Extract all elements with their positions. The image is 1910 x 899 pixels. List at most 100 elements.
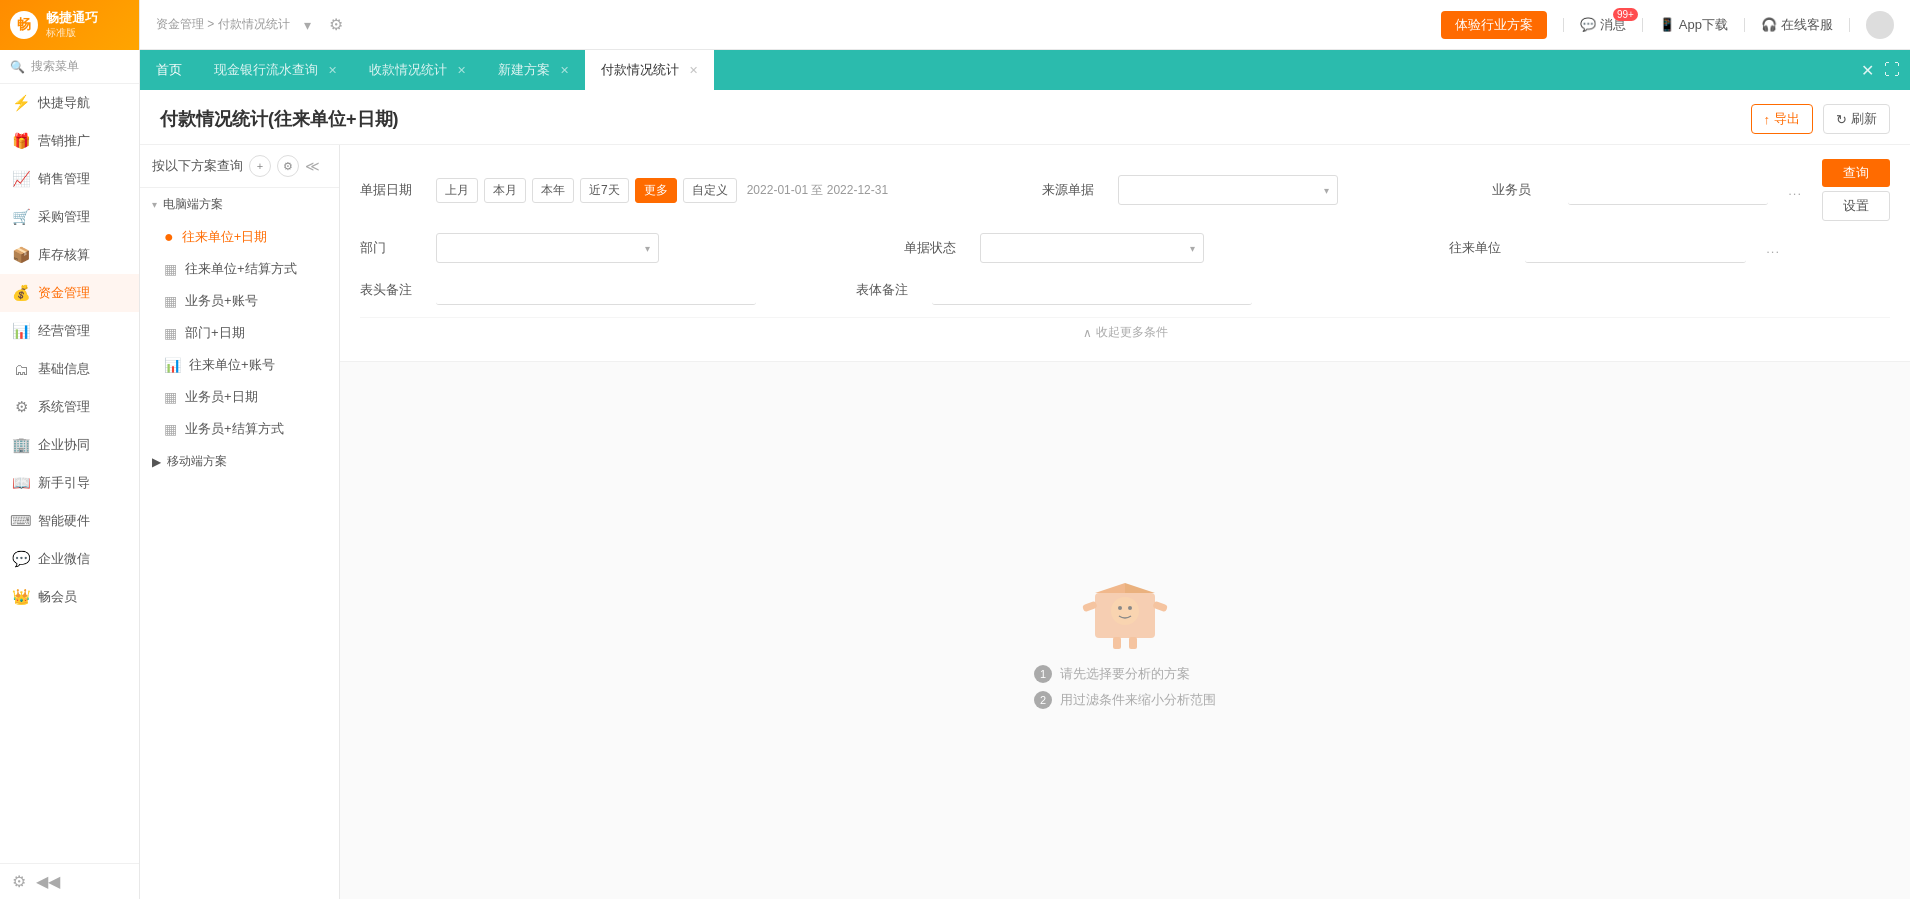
online-service[interactable]: 🎧 在线客服	[1761, 16, 1833, 34]
main-area: 资金管理 > 付款情况统计 ▾ ⚙ 体验行业方案 💬 消息 99+ 📱 App下…	[140, 0, 1910, 899]
divider2	[1642, 18, 1643, 32]
date-btn-last-month[interactable]: 上月	[436, 178, 478, 203]
maximize-icon[interactable]: ⛶	[1884, 61, 1900, 79]
tab-bank-close[interactable]: ✕	[328, 64, 337, 77]
sidebar-bottom: ⚙ ◀◀	[0, 863, 139, 899]
desktop-section-label: 电脑端方案	[163, 196, 223, 213]
salesman-input[interactable]	[1568, 175, 1768, 205]
collapse-left-panel-icon[interactable]: ≪	[305, 158, 320, 174]
export-button[interactable]: ↑ 导出	[1751, 104, 1814, 134]
trial-button[interactable]: 体验行业方案	[1441, 11, 1547, 39]
tab-receipts[interactable]: 收款情况统计 ✕	[353, 50, 482, 90]
sidebar-item-label: 智能硬件	[38, 512, 90, 530]
scheme-item-salesman-settlement[interactable]: ▦ 业务员+结算方式	[140, 413, 339, 445]
sidebar-item-label: 经营管理	[38, 322, 90, 340]
sales-icon: 📈	[12, 170, 30, 188]
page-title: 付款情况统计(往来单位+日期)	[160, 107, 399, 131]
sidebar-item-system[interactable]: ⚙ 系统管理	[0, 388, 139, 426]
user-avatar[interactable]	[1866, 11, 1894, 39]
messages-area[interactable]: 💬 消息 99+	[1580, 16, 1626, 34]
date-btn-this-month[interactable]: 本月	[484, 178, 526, 203]
scheme-item-salesman-date[interactable]: ▦ 业务员+日期	[140, 381, 339, 413]
date-btn-7days[interactable]: 近7天	[580, 178, 629, 203]
sidebar-item-hardware[interactable]: ⌨ 智能硬件	[0, 502, 139, 540]
scheme-item-counterpart-account[interactable]: 📊 往来单位+账号	[140, 349, 339, 381]
sidebar-item-marketing[interactable]: 🎁 营销推广	[0, 122, 139, 160]
settings-icon[interactable]: ⚙	[12, 872, 26, 891]
sidebar-item-finance[interactable]: 💰 资金管理	[0, 274, 139, 312]
source-select[interactable]: ▾	[1118, 175, 1338, 205]
hardware-icon: ⌨	[12, 512, 30, 530]
mobile-section-title[interactable]: ▶ 移动端方案	[140, 445, 339, 478]
sidebar-item-basic[interactable]: 🗂 基础信息	[0, 350, 139, 388]
svg-point-3	[1111, 597, 1139, 625]
scheme-item-label: 业务员+结算方式	[185, 420, 284, 438]
empty-step-2: 2 用过滤条件来缩小分析范围	[1034, 691, 1216, 709]
doc-status-select[interactable]: ▾	[980, 233, 1203, 263]
add-scheme-button[interactable]: +	[249, 155, 271, 177]
setting-button[interactable]: 设置	[1822, 191, 1890, 221]
close-window-icon[interactable]: ✕	[1861, 61, 1874, 80]
doc-status-label: 单据状态	[904, 239, 960, 257]
scheme-item-counterpart-date[interactable]: ● 往来单位+日期	[140, 221, 339, 253]
sidebar-item-inventory[interactable]: 📦 库存核算	[0, 236, 139, 274]
dept-select[interactable]: ▾	[436, 233, 659, 263]
sidebar-item-purchase[interactable]: 🛒 采购管理	[0, 198, 139, 236]
tab-payments[interactable]: 付款情况统计 ✕	[585, 50, 714, 90]
step-2-num: 2	[1034, 691, 1052, 709]
table-body-remark-input[interactable]	[932, 275, 1252, 305]
logo-sub: 标准版	[46, 26, 98, 40]
search-menu-label: 搜索菜单	[31, 58, 79, 75]
scheme-item-counterpart-settlement[interactable]: ▦ 往来单位+结算方式	[140, 253, 339, 285]
settings-gear-icon[interactable]: ⚙	[329, 15, 343, 34]
query-button[interactable]: 查询	[1822, 159, 1890, 187]
empty-step-1: 1 请先选择要分析的方案	[1034, 665, 1216, 683]
sidebar-item-member[interactable]: 👑 畅会员	[0, 578, 139, 616]
collapse-sidebar-icon[interactable]: ◀◀	[36, 872, 60, 891]
sidebar-item-label: 资金管理	[38, 284, 90, 302]
headset-icon: 🎧	[1761, 17, 1777, 32]
top-header: 资金管理 > 付款情况统计 ▾ ⚙ 体验行业方案 💬 消息 99+ 📱 App下…	[140, 0, 1910, 50]
counterpart-input[interactable]	[1525, 233, 1746, 263]
date-btn-custom[interactable]: 自定义	[683, 178, 737, 203]
svg-marker-1	[1095, 583, 1125, 593]
salesman-dots[interactable]: ...	[1788, 183, 1802, 198]
search-menu[interactable]: 🔍 搜索菜单	[0, 50, 139, 84]
counterpart-label: 往来单位	[1449, 239, 1505, 257]
marketing-icon: 🎁	[12, 132, 30, 150]
counterpart-dots[interactable]: ...	[1766, 241, 1780, 256]
tab-receipts-close[interactable]: ✕	[457, 64, 466, 77]
desktop-section-title[interactable]: ▾ 电脑端方案	[140, 188, 339, 221]
table-remark-input[interactable]	[436, 275, 756, 305]
sidebar-item-enterprise[interactable]: 🏢 企业协同	[0, 426, 139, 464]
sidebar-item-quick-nav[interactable]: ⚡ 快捷导航	[0, 84, 139, 122]
action-buttons: 查询 设置	[1822, 159, 1890, 221]
sidebar-item-sales[interactable]: 📈 销售管理	[0, 160, 139, 198]
tab-payments-close[interactable]: ✕	[689, 64, 698, 77]
refresh-button[interactable]: ↻ 刷新	[1823, 104, 1890, 134]
dropdown-icon[interactable]: ▾	[304, 17, 311, 33]
tab-new-plan-close[interactable]: ✕	[560, 64, 569, 77]
date-btn-more[interactable]: 更多	[635, 178, 677, 203]
quick-nav-icon: ⚡	[12, 94, 30, 112]
sidebar-item-operations[interactable]: 📊 经营管理	[0, 312, 139, 350]
scheme-item-salesman-account[interactable]: ▦ 业务员+账号	[140, 285, 339, 317]
tab-home[interactable]: 首页	[140, 50, 198, 90]
sidebar-item-wechat[interactable]: 💬 企业微信	[0, 540, 139, 578]
operations-icon: 📊	[12, 322, 30, 340]
divider4	[1849, 18, 1850, 32]
date-label: 单据日期	[360, 181, 416, 199]
scheme-item-label: 部门+日期	[185, 324, 245, 342]
date-buttons: 上月 本月 本年 近7天 更多 自定义 2022-01-01 至 2022-12…	[436, 178, 888, 203]
tab-bank[interactable]: 现金银行流水查询 ✕	[198, 50, 353, 90]
enterprise-icon: 🏢	[12, 436, 30, 454]
app-download[interactable]: 📱 App下载	[1659, 16, 1728, 34]
sidebar-item-guide[interactable]: 📖 新手引导	[0, 464, 139, 502]
settings-scheme-button[interactable]: ⚙	[277, 155, 299, 177]
tab-bar: 首页 现金银行流水查询 ✕ 收款情况统计 ✕ 新建方案 ✕ 付款情况统计 ✕ ✕…	[140, 50, 1910, 90]
tab-new-plan[interactable]: 新建方案 ✕	[482, 50, 585, 90]
date-btn-this-year[interactable]: 本年	[532, 178, 574, 203]
collapse-more-btn[interactable]: ∧ 收起更多条件	[360, 317, 1890, 347]
svg-point-4	[1118, 606, 1122, 610]
scheme-item-dept-date[interactable]: ▦ 部门+日期	[140, 317, 339, 349]
